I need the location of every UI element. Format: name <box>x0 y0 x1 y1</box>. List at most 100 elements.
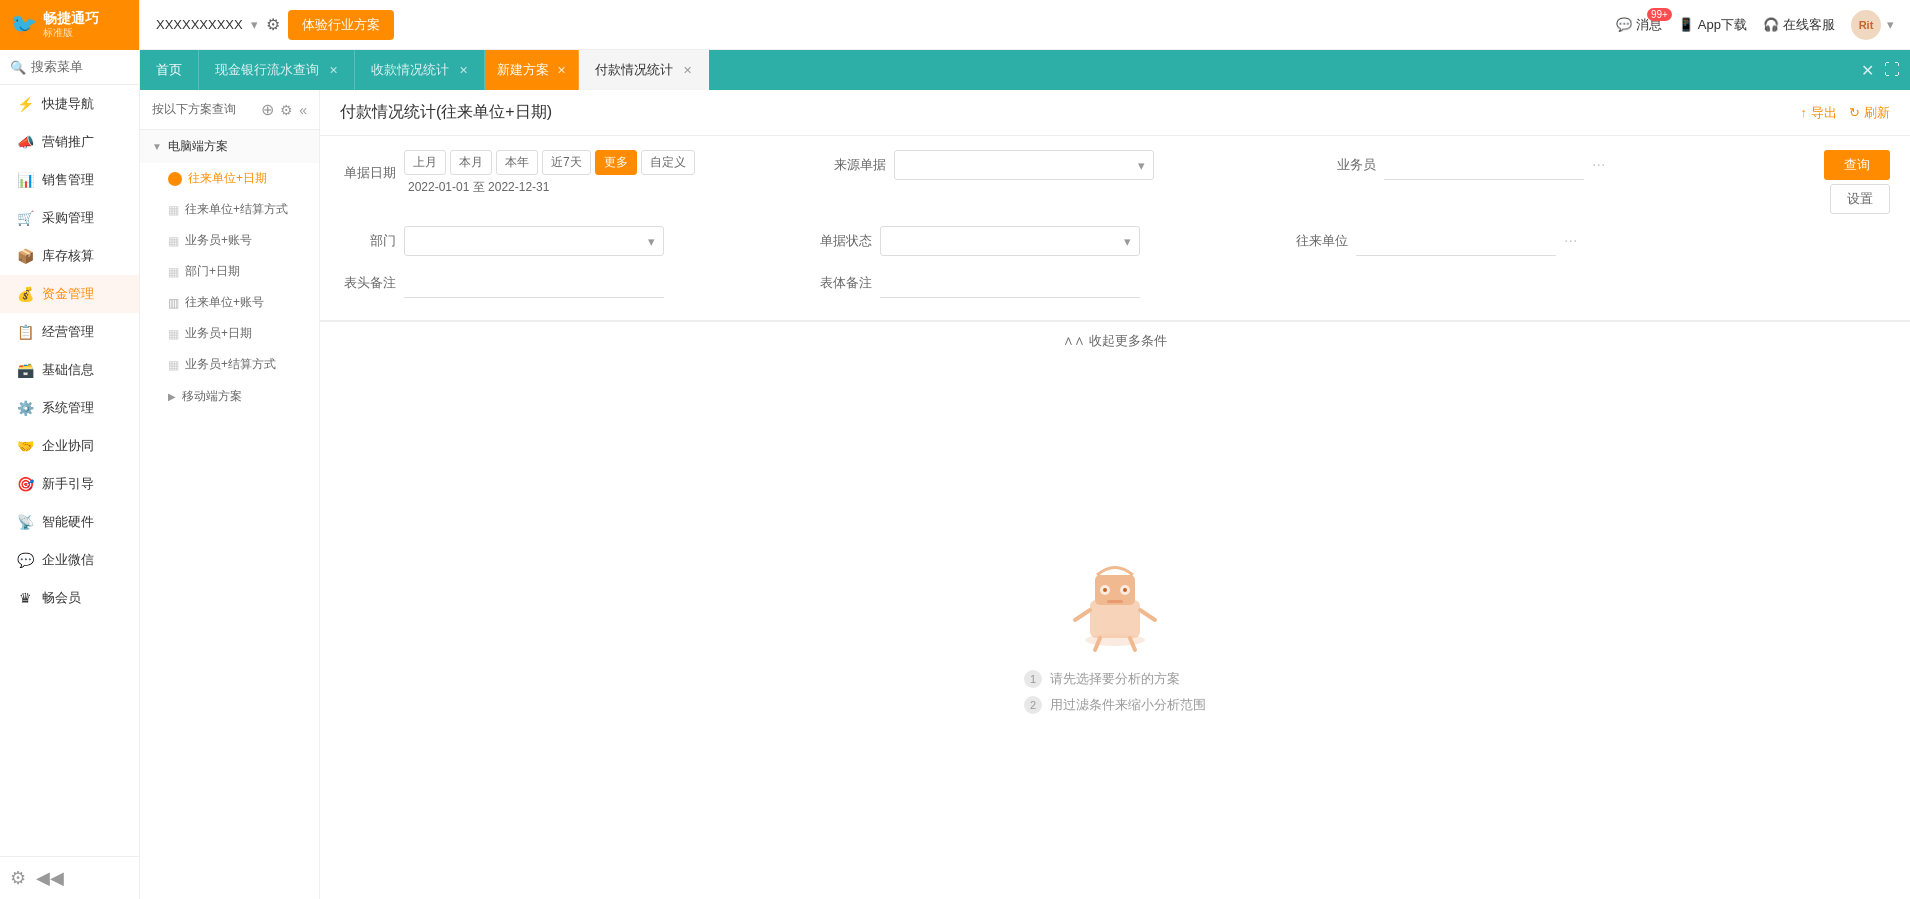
scheme-collapse-icon[interactable]: « <box>299 102 307 118</box>
last-7-days-btn[interactable]: 近7天 <box>542 150 591 175</box>
tab-bank-flow-label: 现金银行流水查询 <box>215 61 319 79</box>
sidebar-item-guide[interactable]: 🎯 新手引导 <box>0 465 139 503</box>
tab-payment-stats-close-icon[interactable]: ✕ <box>683 64 692 77</box>
table-body-input[interactable] <box>880 268 1140 298</box>
last-month-btn[interactable]: 上月 <box>404 150 446 175</box>
sidebar-item-label: 快捷导航 <box>42 95 94 113</box>
export-button[interactable]: ↑ 导出 <box>1801 104 1838 122</box>
staff-input[interactable] <box>1384 150 1584 180</box>
chevron-right-icon: ▶ <box>168 391 176 402</box>
scheme-add-icon[interactable]: ⊕ <box>261 100 274 119</box>
tab-receipt-stats-close-icon[interactable]: ✕ <box>459 64 468 77</box>
sidebar-logo: 🐦 畅捷通巧 标准版 <box>0 0 139 50</box>
search-menu[interactable]: 🔍 搜索菜单 <box>0 50 139 85</box>
collapse-sidebar-icon[interactable]: ◀◀ <box>36 867 64 889</box>
svg-line-8 <box>1075 610 1090 620</box>
partner-dots-icon[interactable]: ··· <box>1564 232 1577 250</box>
scheme-item-partner-account[interactable]: ▥ 往来单位+账号 <box>140 287 319 318</box>
filter-area: 单据日期 上月 本月 本年 近7天 更多 自定义 2022-01-01 至 20… <box>320 136 1910 321</box>
marketing-icon: 📣 <box>16 133 34 151</box>
main-panel: 付款情况统计(往来单位+日期) ↑ 导出 ↻ 刷新 单 <box>320 90 1910 899</box>
scheme-table-icon: ▦ <box>168 358 179 372</box>
scheme-pc-group-label: 电脑端方案 <box>168 138 228 155</box>
hardware-icon: 📡 <box>16 513 34 531</box>
member-icon: ♛ <box>16 589 34 607</box>
sidebar-item-member[interactable]: ♛ 畅会员 <box>0 579 139 617</box>
sidebar-item-weixin[interactable]: 💬 企业微信 <box>0 541 139 579</box>
scheme-settings-icon[interactable]: ⚙ <box>280 102 293 118</box>
topbar-right: 💬 消息 99+ 📱 App下载 🎧 在线客服 Rit ▾ <box>1616 10 1894 40</box>
dept-select[interactable]: ▾ <box>404 226 664 256</box>
maximize-icon[interactable]: ⛶ <box>1884 61 1900 79</box>
sidebar-item-label: 智能硬件 <box>42 513 94 531</box>
sidebar-item-hardware[interactable]: 📡 智能硬件 <box>0 503 139 541</box>
app-download-button[interactable]: 📱 App下载 <box>1678 16 1747 34</box>
collapse-label: 收起更多条件 <box>1089 333 1167 348</box>
trial-industry-button[interactable]: 体验行业方案 <box>288 10 394 40</box>
staff-dots-icon[interactable]: ··· <box>1592 156 1605 174</box>
tab-bank-flow[interactable]: 现金银行流水查询 ✕ <box>199 50 355 90</box>
customer-service-label: 在线客服 <box>1783 16 1835 34</box>
tab-bank-flow-close-icon[interactable]: ✕ <box>329 64 338 77</box>
hint-1: 1 请先选择要分析的方案 <box>1024 670 1206 688</box>
scheme-item-partner-date[interactable]: 往来单位+日期 <box>140 163 319 194</box>
scheme-item-staff-settlement[interactable]: ▦ 业务员+结算方式 <box>140 349 319 380</box>
tab-new-scheme[interactable]: 新建方案 ✕ <box>485 50 579 90</box>
tab-bar: 首页 现金银行流水查询 ✕ 收款情况统计 ✕ 新建方案 ✕ 付款情况统计 ✕ ✕… <box>140 50 1910 90</box>
query-button[interactable]: 查询 <box>1824 150 1890 180</box>
this-year-btn[interactable]: 本年 <box>496 150 538 175</box>
scheme-mobile-group-label: 移动端方案 <box>182 388 242 405</box>
tab-payment-stats[interactable]: 付款情况统计 ✕ <box>579 50 709 90</box>
scheme-mobile-group-header[interactable]: ▶ 移动端方案 <box>140 380 319 413</box>
tabs-right-actions: ✕ ⛶ <box>1851 61 1910 80</box>
hint-1-text: 请先选择要分析的方案 <box>1050 670 1180 688</box>
customer-service-button[interactable]: 🎧 在线客服 <box>1763 16 1835 34</box>
notifications-button[interactable]: 💬 消息 99+ <box>1616 16 1662 34</box>
sidebar-item-label: 资金管理 <box>42 285 94 303</box>
scheme-item-dept-date[interactable]: ▦ 部门+日期 <box>140 256 319 287</box>
sidebar-item-operations[interactable]: 📋 经营管理 <box>0 313 139 351</box>
source-doc-select[interactable]: ▾ <box>894 150 1154 180</box>
tab-receipt-stats[interactable]: 收款情况统计 ✕ <box>355 50 485 90</box>
scheme-item-partner-settlement[interactable]: ▦ 往来单位+结算方式 <box>140 194 319 225</box>
scheme-item-staff-account[interactable]: ▦ 业务员+账号 <box>140 225 319 256</box>
table-header-input[interactable] <box>404 268 664 298</box>
active-scheme-icon <box>168 172 182 186</box>
sidebar-item-quick-nav[interactable]: ⚡ 快捷导航 <box>0 85 139 123</box>
more-dates-btn[interactable]: 更多 <box>595 150 637 175</box>
partner-input[interactable] <box>1356 226 1556 256</box>
settings-button[interactable]: 设置 <box>1830 184 1890 214</box>
user-menu[interactable]: Rit ▾ <box>1851 10 1894 40</box>
sidebar-item-label: 库存核算 <box>42 247 94 265</box>
scheme-mobile-group: ▶ 移动端方案 <box>140 380 319 413</box>
sidebar-item-label: 营销推广 <box>42 133 94 151</box>
message-icon: 💬 <box>1616 17 1632 32</box>
this-month-btn[interactable]: 本月 <box>450 150 492 175</box>
sidebar-item-purchase[interactable]: 🛒 采购管理 <box>0 199 139 237</box>
tab-new-scheme-close-icon[interactable]: ✕ <box>557 64 566 77</box>
sidebar-item-marketing[interactable]: 📣 营销推广 <box>0 123 139 161</box>
sidebar-item-basic[interactable]: 🗃️ 基础信息 <box>0 351 139 389</box>
scheme-item-label: 业务员+结算方式 <box>185 356 276 373</box>
sales-icon: 📊 <box>16 171 34 189</box>
sidebar-item-inventory[interactable]: 📦 库存核算 <box>0 237 139 275</box>
topbar-gear-icon[interactable]: ⚙ <box>266 15 280 34</box>
scheme-pc-group-header[interactable]: ▼ 电脑端方案 <box>140 130 319 163</box>
date-filter-label: 单据日期 <box>340 164 396 182</box>
sidebar-item-sales[interactable]: 📊 销售管理 <box>0 161 139 199</box>
sidebar-item-enterprise[interactable]: 🤝 企业协同 <box>0 427 139 465</box>
source-doc-label: 来源单据 <box>830 156 886 174</box>
close-all-tabs-icon[interactable]: ✕ <box>1861 61 1874 80</box>
logo-icon: 🐦 <box>10 12 37 38</box>
svg-rect-1 <box>1090 600 1140 638</box>
sidebar-item-finance[interactable]: 💰 资金管理 <box>0 275 139 313</box>
dropdown-arrow-icon[interactable]: ▾ <box>251 17 258 32</box>
custom-date-btn[interactable]: 自定义 <box>641 150 695 175</box>
refresh-button[interactable]: ↻ 刷新 <box>1849 104 1890 122</box>
sidebar-item-system[interactable]: ⚙️ 系统管理 <box>0 389 139 427</box>
collapse-more-conditions[interactable]: ∧∧ 收起更多条件 <box>320 321 1910 360</box>
settings-icon[interactable]: ⚙ <box>10 867 26 889</box>
doc-status-select[interactable]: ▾ <box>880 226 1140 256</box>
scheme-item-staff-date[interactable]: ▦ 业务员+日期 <box>140 318 319 349</box>
tab-home[interactable]: 首页 <box>140 50 199 90</box>
